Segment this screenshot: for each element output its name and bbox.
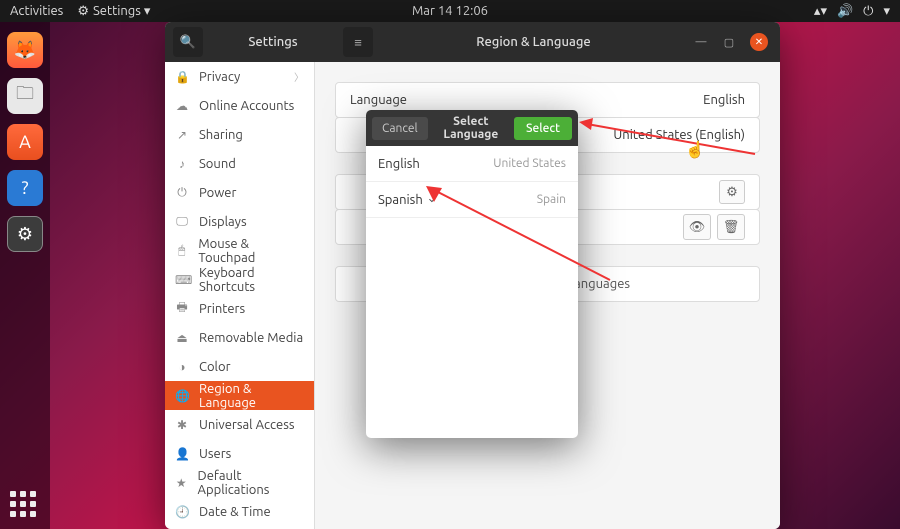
language-region: Spain (537, 193, 566, 206)
sidebar-icon: 🖵 (175, 215, 189, 229)
sidebar-icon: 🕘 (175, 505, 189, 519)
sidebar-item-mouse-touchpad[interactable]: 🖱 Mouse & Touchpad (165, 236, 314, 265)
sidebar-icon: 👤 (175, 447, 189, 461)
check-icon: ✓ (429, 193, 437, 206)
dialog-title: Select Language (434, 115, 508, 141)
dock: 🦊 🗀 A ? ⚙ (0, 22, 50, 529)
dock-settings[interactable]: ⚙ (7, 216, 43, 252)
sidebar-item-color[interactable]: ◑ Color (165, 352, 314, 381)
power-icon[interactable]: ⏻ (863, 4, 873, 19)
dock-firefox[interactable]: 🦊 (7, 32, 43, 68)
language-option-english[interactable]: English United States (366, 146, 578, 182)
dock-help[interactable]: ? (7, 170, 43, 206)
sidebar-item-printers[interactable]: 🖶 Printers (165, 294, 314, 323)
sidebar-label: Online Accounts (199, 99, 294, 113)
page-title: Region & Language (373, 35, 694, 49)
dialog-header: Cancel Select Language Select (366, 110, 578, 146)
volume-icon[interactable]: 🔊 (837, 4, 853, 19)
dock-software[interactable]: A (7, 124, 43, 160)
sidebar-item-sound[interactable]: ♪ Sound (165, 149, 314, 178)
sidebar-item-removable-media[interactable]: ⏏ Removable Media (165, 323, 314, 352)
maximize-button[interactable]: ▢ (722, 35, 736, 49)
activities-button[interactable]: Activities (10, 4, 63, 18)
sidebar-label: Users (199, 447, 231, 461)
sidebar-icon: ◑ (175, 360, 189, 374)
sidebar-label: Color (199, 360, 231, 374)
sidebar-icon: ⏻ (175, 186, 189, 200)
gear-icon[interactable]: ⚙ (719, 180, 745, 204)
network-icon[interactable]: ▴▾ (814, 4, 827, 19)
sidebar-icon: 🔒 (175, 70, 189, 84)
sidebar-label: Default Applications (198, 469, 304, 497)
sidebar-label: Removable Media (199, 331, 303, 345)
sidebar-item-universal-access[interactable]: ✱ Universal Access (165, 410, 314, 439)
sidebar-item-displays[interactable]: 🖵 Displays (165, 207, 314, 236)
sidebar-item-online-accounts[interactable]: ☁ Online Accounts (165, 91, 314, 120)
sidebar-item-privacy[interactable]: 🔒 Privacy 〉 (165, 62, 314, 91)
show-applications[interactable] (10, 491, 36, 517)
sidebar-label: Keyboard Shortcuts (199, 266, 304, 294)
eye-icon[interactable]: 👁 (683, 214, 711, 240)
select-language-dialog: Cancel Select Language Select English Uni… (366, 110, 578, 438)
sidebar-item-date-time[interactable]: 🕘 Date & Time (165, 497, 314, 526)
chevron-right-icon: 〉 (294, 69, 304, 84)
close-button[interactable]: ✕ (750, 33, 768, 51)
sidebar-icon: ⏏ (175, 331, 189, 345)
trash-icon[interactable]: 🗑 (717, 214, 745, 240)
window-header: 🔍 Settings ≡ Region & Language — ▢ ✕ (165, 22, 780, 62)
language-region: United States (493, 157, 566, 170)
sidebar-icon: ↗ (175, 128, 189, 142)
sidebar-item-default-applications[interactable]: ★ Default Applications (165, 468, 314, 497)
clock[interactable]: Mar 14 12:06 (412, 4, 488, 18)
sidebar-icon: ✱ (175, 418, 189, 432)
search-button[interactable]: 🔍 (173, 27, 203, 57)
chevron-down-icon[interactable]: ▾ (883, 4, 890, 19)
sidebar-item-users[interactable]: 👤 Users (165, 439, 314, 468)
settings-sidebar: 🔒 Privacy 〉 ☁ Online Accounts ↗ Sharing ♪ Sound ⏻… (165, 62, 315, 529)
sidebar-icon: 🌐 (175, 389, 189, 403)
sidebar-label: Displays (199, 215, 247, 229)
sidebar-label: Printers (199, 302, 245, 316)
sidebar-item-region-language[interactable]: 🌐 Region & Language (165, 381, 314, 410)
language-value: English (703, 93, 745, 107)
minimize-button[interactable]: — (694, 35, 708, 49)
sidebar-title: Settings (203, 35, 343, 49)
sidebar-label: Mouse & Touchpad (198, 237, 304, 265)
formats-value: United States (English) (613, 128, 745, 142)
sidebar-icon: ♪ (175, 157, 189, 171)
sidebar-icon: 🖱 (175, 244, 188, 258)
language-label: Language (350, 93, 407, 107)
sidebar-label: Universal Access (199, 418, 294, 432)
language-list: English United States Spanish ✓ Spain (366, 146, 578, 218)
gnome-topbar: Activities ⚙Settings ▾ Mar 14 12:06 ▴▾ 🔊… (0, 0, 900, 22)
hamburger-button[interactable]: ≡ (343, 27, 373, 57)
sidebar-label: Region & Language (199, 382, 304, 410)
sidebar-item-keyboard-shortcuts[interactable]: ⌨ Keyboard Shortcuts (165, 265, 314, 294)
sidebar-label: Power (199, 186, 236, 200)
cancel-button[interactable]: Cancel (372, 117, 428, 140)
sidebar-icon: ⌨ (175, 273, 189, 287)
sidebar-label: Privacy (199, 70, 240, 84)
sidebar-icon: ★ (175, 476, 188, 490)
sidebar-icon: 🖶 (175, 298, 189, 319)
sidebar-item-power[interactable]: ⏻ Power (165, 178, 314, 207)
language-name: English (378, 157, 420, 171)
language-name: Spanish (378, 193, 423, 207)
select-button[interactable]: Select (514, 117, 572, 140)
sidebar-label: Sharing (199, 128, 243, 142)
sidebar-label: Date & Time (199, 505, 271, 519)
language-option-spanish[interactable]: Spanish ✓ Spain (366, 182, 578, 218)
sidebar-item-sharing[interactable]: ↗ Sharing (165, 120, 314, 149)
app-menu[interactable]: ⚙Settings ▾ (77, 4, 150, 19)
sidebar-label: Sound (199, 157, 236, 171)
dock-files[interactable]: 🗀 (7, 78, 43, 114)
sidebar-icon: ☁ (175, 99, 189, 113)
